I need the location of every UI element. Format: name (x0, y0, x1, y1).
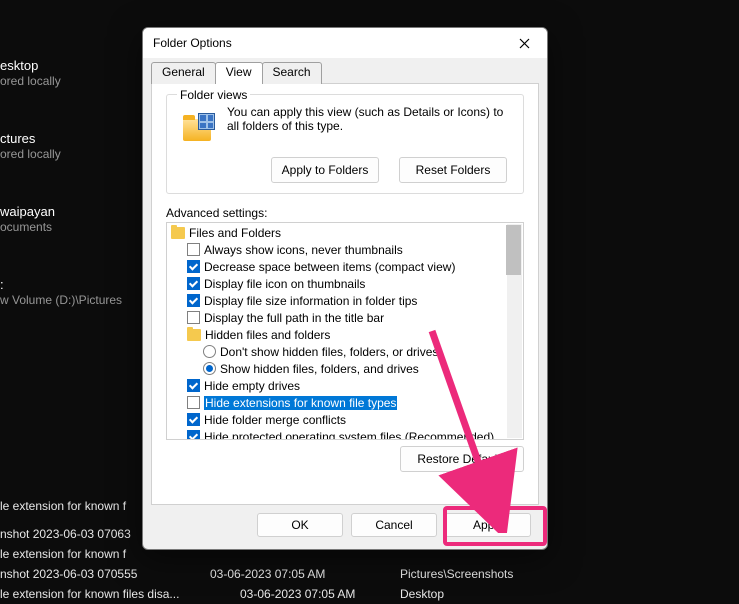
tree-label: Hide empty drives (204, 379, 300, 393)
ok-button[interactable]: OK (257, 513, 343, 537)
background-quick-access: esktopored locally cturesored locally wa… (0, 54, 160, 316)
tree-label: Hide protected operating system files (R… (204, 430, 494, 441)
tree-label: Display file size information in folder … (204, 294, 417, 308)
folder-icon (171, 227, 185, 239)
tree-item[interactable]: Hide extensions for known file types (167, 394, 523, 411)
checkbox[interactable] (187, 430, 200, 440)
tree-label: Decrease space between items (compact vi… (204, 260, 455, 274)
checkbox[interactable] (187, 260, 200, 273)
checkbox[interactable] (187, 243, 200, 256)
tree-item[interactable]: Hide protected operating system files (R… (167, 428, 523, 440)
apply-button[interactable]: Apply (445, 513, 531, 537)
tree-label: Hide extensions for known file types (204, 396, 397, 410)
tree-label: Display the full path in the title bar (204, 311, 384, 325)
tree-label: Hide folder merge conflicts (204, 413, 346, 427)
tab-general[interactable]: General (151, 62, 216, 84)
tree-item[interactable]: Hidden files and folders (167, 326, 523, 343)
close-icon (519, 38, 530, 49)
folder-views-text: You can apply this view (such as Details… (221, 105, 513, 149)
tree-label: Always show icons, never thumbnails (204, 243, 403, 257)
tree-item[interactable]: Hide empty drives (167, 377, 523, 394)
radio[interactable] (203, 362, 216, 375)
checkbox[interactable] (187, 396, 200, 409)
titlebar: Folder Options (143, 28, 547, 58)
tree-item[interactable]: Display file icon on thumbnails (167, 275, 523, 292)
reset-folders-button[interactable]: Reset Folders (399, 157, 507, 183)
dialog-title: Folder Options (153, 36, 501, 50)
folder-views-icon (177, 105, 221, 149)
checkbox[interactable] (187, 379, 200, 392)
scrollbar-thumb[interactable] (506, 225, 521, 275)
tree-item[interactable]: Hide folder merge conflicts (167, 411, 523, 428)
tree-label: Hidden files and folders (205, 328, 330, 342)
tree-item[interactable]: Display file size information in folder … (167, 292, 523, 309)
tree-label: Files and Folders (189, 226, 281, 240)
scrollbar[interactable] (507, 224, 522, 438)
tab-view[interactable]: View (215, 62, 263, 84)
checkbox[interactable] (187, 311, 200, 324)
advanced-settings-label: Advanced settings: (166, 206, 524, 220)
tab-search[interactable]: Search (262, 62, 322, 84)
tree-root[interactable]: Files and Folders (167, 224, 523, 241)
folder-views-group: Folder views You can apply this view (su… (166, 94, 524, 194)
apply-to-folders-button[interactable]: Apply to Folders (271, 157, 379, 183)
tab-content: Folder views You can apply this view (su… (151, 83, 539, 505)
restore-defaults-button[interactable]: Restore Defaults (400, 446, 524, 472)
folder-icon (187, 329, 201, 341)
advanced-settings-tree[interactable]: Files and Folders Always show icons, neve… (166, 222, 524, 440)
checkbox[interactable] (187, 277, 200, 290)
group-label: Folder views (177, 88, 250, 102)
radio[interactable] (203, 345, 216, 358)
tab-bar: General View Search (143, 61, 547, 83)
close-button[interactable] (501, 28, 547, 58)
cancel-button[interactable]: Cancel (351, 513, 437, 537)
tree-label: Show hidden files, folders, and drives (220, 362, 419, 376)
tree-item[interactable]: Don't show hidden files, folders, or dri… (167, 343, 523, 360)
tree-item[interactable]: Show hidden files, folders, and drives (167, 360, 523, 377)
tree-item[interactable]: Always show icons, never thumbnails (167, 241, 523, 258)
tree-item[interactable]: Decrease space between items (compact vi… (167, 258, 523, 275)
tree-label: Display file icon on thumbnails (204, 277, 365, 291)
checkbox[interactable] (187, 294, 200, 307)
tree-item[interactable]: Display the full path in the title bar (167, 309, 523, 326)
dialog-buttons: OK Cancel Apply (143, 513, 547, 549)
checkbox[interactable] (187, 413, 200, 426)
tree-label: Don't show hidden files, folders, or dri… (220, 345, 438, 359)
folder-options-dialog: Folder Options General View Search Folde… (142, 27, 548, 550)
